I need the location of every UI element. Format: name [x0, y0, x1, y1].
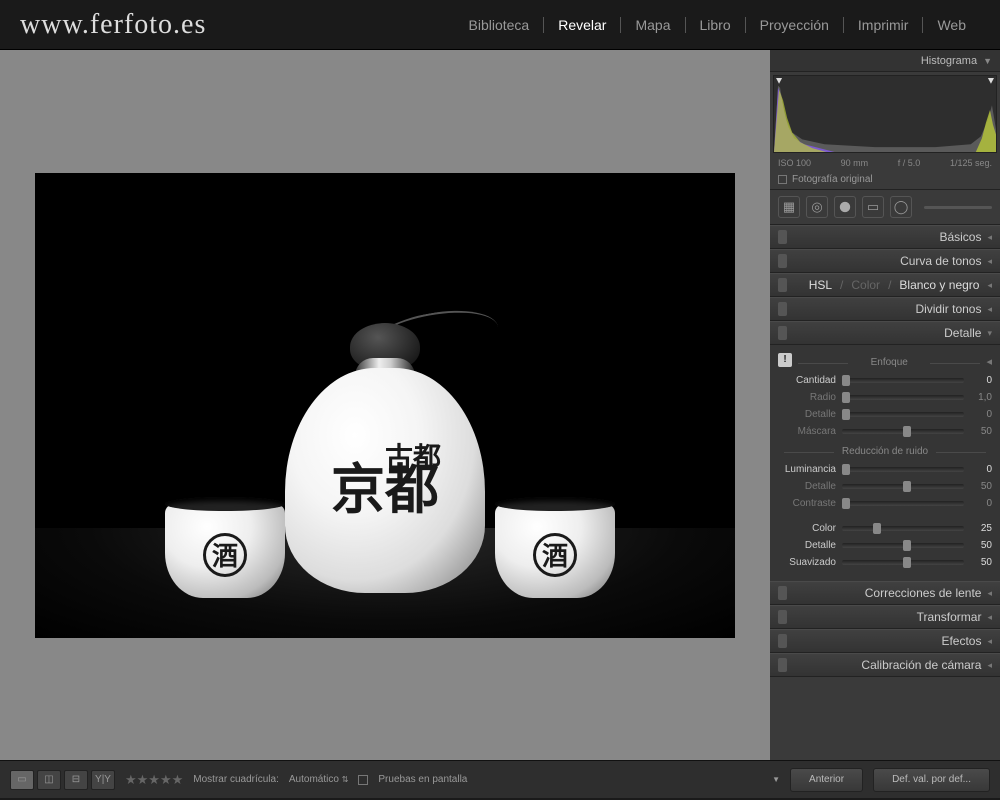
original-toggle[interactable]: Fotografía original [770, 170, 1000, 190]
module-tabs: Biblioteca Revelar Mapa Libro Proyección… [455, 17, 980, 33]
cup-left-char: 酒 [203, 533, 247, 577]
cup-right-char: 酒 [533, 533, 577, 577]
tool-row: ▦ ◎ ▭ ◯ [770, 190, 1000, 225]
photo-preview[interactable]: 古都 京都 酒 酒 [35, 173, 735, 638]
slider-detalle1[interactable]: Detalle0 [778, 406, 992, 423]
section-hsl[interactable]: HSL / Color / Blanco y negro ◂ [770, 273, 1000, 297]
default-button[interactable]: Def. val. por def... [873, 768, 990, 792]
proof-checkbox[interactable] [358, 775, 368, 785]
rating-stars[interactable]: ★★★★★ [125, 772, 183, 788]
bottom-toolbar: ▭ ◫ ⊟ Y|Y ★★★★★ Mostrar cuadrícula: Auto… [0, 760, 1000, 798]
section-efectos[interactable]: Efectos◂ [770, 629, 1000, 653]
tab-revelar[interactable]: Revelar [544, 17, 621, 33]
logo: www.ferfoto.es [20, 9, 206, 41]
slider-cantidad[interactable]: Cantidad0 [778, 372, 992, 389]
view-loupe[interactable]: ▭ [10, 770, 34, 790]
grid-select[interactable]: Automático ⇅ [289, 774, 349, 785]
view-before-after-v[interactable]: ⊟ [64, 770, 88, 790]
slider-color[interactable]: Color25 [778, 520, 992, 537]
tab-mapa[interactable]: Mapa [621, 17, 685, 33]
slider-detalle2[interactable]: Detalle50 [778, 478, 992, 495]
slider-contraste[interactable]: Contraste0 [778, 495, 992, 512]
slider-detalle3[interactable]: Detalle50 [778, 537, 992, 554]
slider-radio[interactable]: Radio1,0 [778, 389, 992, 406]
detail-panel: ! Enfoque ◂ Cantidad0 Radio1,0 Detalle0 … [770, 345, 1000, 581]
histogram[interactable] [773, 75, 997, 153]
view-before-after-h[interactable]: ◫ [37, 770, 61, 790]
slider-mascara[interactable]: Máscara50 [778, 423, 992, 440]
histogram-header[interactable]: Histograma▼ [770, 50, 1000, 72]
section-curva[interactable]: Curva de tonos◂ [770, 249, 1000, 273]
enfoque-header: Enfoque [792, 357, 986, 368]
reduccion-header: Reducción de ruido [778, 446, 992, 457]
grid-label: Mostrar cuadrícula: [193, 774, 279, 785]
right-panel: Histograma▼ ISO 10090 mmf / 5.01/125 seg… [770, 50, 1000, 760]
section-calibracion[interactable]: Calibración de cámara◂ [770, 653, 1000, 677]
histogram-meta: ISO 10090 mmf / 5.01/125 seg. [770, 156, 1000, 170]
tool-slider[interactable] [924, 206, 992, 209]
section-split[interactable]: Dividir tonos◂ [770, 297, 1000, 321]
crop-tool[interactable]: ▦ [778, 196, 800, 218]
canvas-area[interactable]: 古都 京都 酒 酒 [0, 50, 770, 760]
redeye-tool[interactable] [834, 196, 856, 218]
section-lente[interactable]: Correcciones de lente◂ [770, 581, 1000, 605]
tab-libro[interactable]: Libro [686, 17, 746, 33]
section-basicos[interactable]: Básicos◂ [770, 225, 1000, 249]
section-transformar[interactable]: Transformar◂ [770, 605, 1000, 629]
anterior-button[interactable]: Anterior [790, 768, 863, 792]
radial-tool[interactable]: ◯ [890, 196, 912, 218]
filmstrip-toggle[interactable]: ▼ [772, 775, 780, 784]
tab-web[interactable]: Web [923, 17, 980, 33]
tab-imprimir[interactable]: Imprimir [844, 17, 924, 33]
tab-proyeccion[interactable]: Proyección [746, 17, 844, 33]
bottle-text-main: 京都 [331, 460, 439, 520]
slider-luminancia[interactable]: Luminancia0 [778, 461, 992, 478]
tab-biblioteca[interactable]: Biblioteca [455, 17, 545, 33]
spot-tool[interactable]: ◎ [806, 196, 828, 218]
zoom-warning-icon[interactable]: ! [778, 353, 792, 367]
proof-label: Pruebas en pantalla [378, 774, 467, 785]
slider-suavizado[interactable]: Suavizado50 [778, 554, 992, 571]
view-yy[interactable]: Y|Y [91, 770, 115, 790]
grad-tool[interactable]: ▭ [862, 196, 884, 218]
section-detalle[interactable]: Detalle▾ [770, 321, 1000, 345]
